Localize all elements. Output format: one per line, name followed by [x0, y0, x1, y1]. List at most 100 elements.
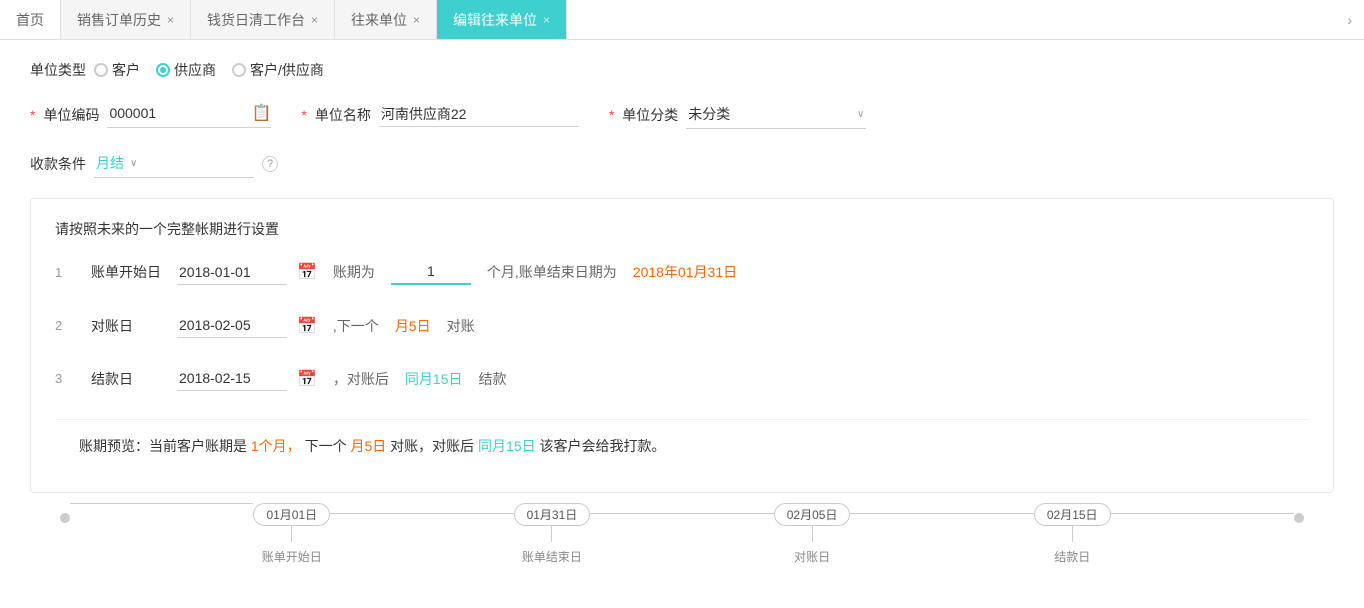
- radio-both[interactable]: 客户/供应商: [232, 60, 324, 80]
- radio-supplier-circle: [156, 63, 170, 77]
- tab-edit-partner-label: 编辑往来单位: [453, 10, 537, 30]
- row-1-date-input[interactable]: [177, 260, 287, 285]
- period-input[interactable]: [391, 259, 471, 285]
- timeline-line-1: [70, 503, 253, 504]
- radio-both-circle: [232, 63, 246, 77]
- unit-classify-star: *: [609, 107, 614, 123]
- tab-edit-partner[interactable]: 编辑往来单位 ×: [437, 0, 567, 39]
- tab-partners-close[interactable]: ×: [413, 13, 420, 27]
- tab-partners[interactable]: 往来单位 ×: [335, 0, 437, 39]
- panel-row-2: 2 对账日 📅 ,下一个 月5日 对账: [55, 313, 1309, 338]
- tab-home[interactable]: 首页: [0, 0, 61, 39]
- unit-code-group: * 单位编码 📋: [30, 101, 271, 128]
- payment-cond-value: 月结: [96, 153, 124, 173]
- unit-classify-value: 未分类: [688, 104, 730, 124]
- tab-sales-history[interactable]: 销售订单历史 ×: [61, 0, 191, 39]
- unit-info-row: * 单位编码 📋 * 单位名称 * 单位分类 未分类 ∨: [30, 100, 1334, 129]
- unit-type-row: 单位类型 客户 供应商 客户/供应商: [30, 60, 1334, 80]
- panel-row-1: 1 账单开始日 📅 账期为 个月,账单结束日期为 2018年01月31日: [55, 259, 1309, 285]
- row-2-num: 2: [55, 318, 75, 333]
- payment-cond-chevron: ∨: [130, 158, 137, 169]
- tab-sales-history-close[interactable]: ×: [167, 13, 174, 27]
- row-3-num: 3: [55, 371, 75, 386]
- unit-name-label: 单位名称: [315, 105, 371, 125]
- payment-cond-label: 收款条件: [30, 154, 86, 174]
- row-1-suffix-label: 账期为: [333, 262, 375, 282]
- timeline-line-2: [330, 513, 513, 514]
- row-1-calendar-icon[interactable]: 📅: [297, 262, 317, 282]
- row-1-period-end: 2018年01月31日: [633, 262, 737, 282]
- tab-cashflow-close[interactable]: ×: [311, 13, 318, 27]
- tab-expand-button[interactable]: ›: [1335, 0, 1364, 39]
- unit-name-star: *: [301, 107, 306, 123]
- panel-title: 请按照未来的一个完整帐期进行设置: [55, 219, 1309, 239]
- timeline-node-3: 02月05日 对账日: [774, 503, 851, 565]
- unit-code-input-wrap: 📋: [107, 101, 271, 128]
- timeline-label-2: 账单结束日: [522, 548, 582, 565]
- unit-code-input[interactable]: [107, 101, 247, 125]
- preview-prefix: 账期预览：当前客户账期是: [79, 438, 247, 454]
- payment-cond-select[interactable]: 月结 ∨: [94, 149, 254, 178]
- tab-edit-partner-close[interactable]: ×: [543, 13, 550, 27]
- unit-classify-group: * 单位分类 未分类 ∨: [609, 100, 866, 129]
- chevron-right-icon: ›: [1347, 12, 1352, 28]
- timeline-label-4: 结款日: [1054, 548, 1090, 565]
- settings-panel: 请按照未来的一个完整帐期进行设置 1 账单开始日 📅 账期为 个月,账单结束日期…: [30, 198, 1334, 493]
- row-2-calendar-icon[interactable]: 📅: [297, 316, 317, 336]
- timeline-start-dot: [60, 513, 70, 523]
- tab-bar: 首页 销售订单历史 × 钱货日清工作台 × 往来单位 × 编辑往来单位 × ›: [0, 0, 1364, 40]
- timeline-line-3: [590, 513, 773, 514]
- preview-highlight3: 同月15日: [478, 438, 536, 454]
- row-1-label: 账单开始日: [91, 262, 161, 282]
- radio-customer[interactable]: 客户: [94, 60, 140, 80]
- timeline-line-4: [850, 513, 1033, 514]
- timeline-label-1: 账单开始日: [262, 548, 322, 565]
- preview-section: 账期预览：当前客户账期是 1个月， 下一个 月5日 对账，对账后 同月15日 该…: [55, 419, 1309, 472]
- radio-group: 客户 供应商 客户/供应商: [94, 60, 324, 80]
- unit-classify-select[interactable]: 未分类 ∨: [686, 100, 866, 129]
- row-3-label: 结款日: [91, 369, 161, 389]
- tab-cashflow[interactable]: 钱货日清工作台 ×: [191, 0, 335, 39]
- timeline-node-4: 02月15日 结款日: [1034, 503, 1111, 565]
- timeline-section: 01月01日 账单开始日 01月31日 账单结束日 02月05日 对账日: [30, 493, 1334, 585]
- unit-name-group: * 单位名称: [301, 102, 578, 127]
- unit-name-input[interactable]: [379, 102, 579, 127]
- unit-classify-chevron: ∨: [857, 109, 864, 120]
- radio-supplier[interactable]: 供应商: [156, 60, 216, 80]
- timeline-node-2: 01月31日 账单结束日: [514, 503, 591, 565]
- row-3-hint-prefix: ，对账后: [333, 369, 389, 389]
- row-3-hint-suffix: 结款: [479, 369, 507, 389]
- preview-middle2: 对账，对账后: [390, 438, 474, 454]
- unit-code-icon[interactable]: 📋: [251, 103, 271, 123]
- timeline-line-5: [1111, 513, 1294, 514]
- payment-cond-row: 收款条件 月结 ∨ ?: [30, 149, 1334, 178]
- row-3-calendar-icon[interactable]: 📅: [297, 369, 317, 389]
- timeline-badge-3: 02月05日: [774, 503, 851, 526]
- radio-customer-label: 客户: [112, 60, 140, 80]
- unit-code-star: *: [30, 107, 35, 123]
- tab-sales-history-label: 销售订单历史: [77, 10, 161, 30]
- row-2-date-wrap: 📅: [177, 313, 317, 338]
- timeline-badge-4: 02月15日: [1034, 503, 1111, 526]
- panel-row-3: 3 结款日 📅 ，对账后 同月15日 结款: [55, 366, 1309, 391]
- tab-home-label: 首页: [16, 10, 44, 30]
- preview-middle1: 下一个: [305, 438, 347, 454]
- preview-suffix: 该客户会给我打款。: [540, 438, 666, 454]
- payment-cond-group: 收款条件 月结 ∨ ?: [30, 149, 278, 178]
- tab-partners-label: 往来单位: [351, 10, 407, 30]
- row-3-hint-highlight: 同月15日: [405, 369, 463, 389]
- row-3-date-input[interactable]: [177, 366, 287, 391]
- main-content: 单位类型 客户 供应商 客户/供应商 * 单位编码: [0, 40, 1364, 608]
- row-1-date-wrap: 📅: [177, 260, 317, 285]
- timeline-node-1: 01月01日 账单开始日: [253, 503, 330, 565]
- row-2-label: 对账日: [91, 316, 161, 336]
- unit-code-label: 单位编码: [43, 105, 99, 125]
- timeline-badge-2: 01月31日: [514, 503, 591, 526]
- row-2-hint-highlight: 月5日: [395, 316, 431, 336]
- help-icon[interactable]: ?: [262, 156, 278, 172]
- row-2-date-input[interactable]: [177, 313, 287, 338]
- unit-classify-label: 单位分类: [622, 105, 678, 125]
- preview-highlight1: 1个月，: [251, 438, 301, 454]
- unit-type-group: 单位类型 客户 供应商 客户/供应商: [30, 60, 324, 80]
- radio-customer-circle: [94, 63, 108, 77]
